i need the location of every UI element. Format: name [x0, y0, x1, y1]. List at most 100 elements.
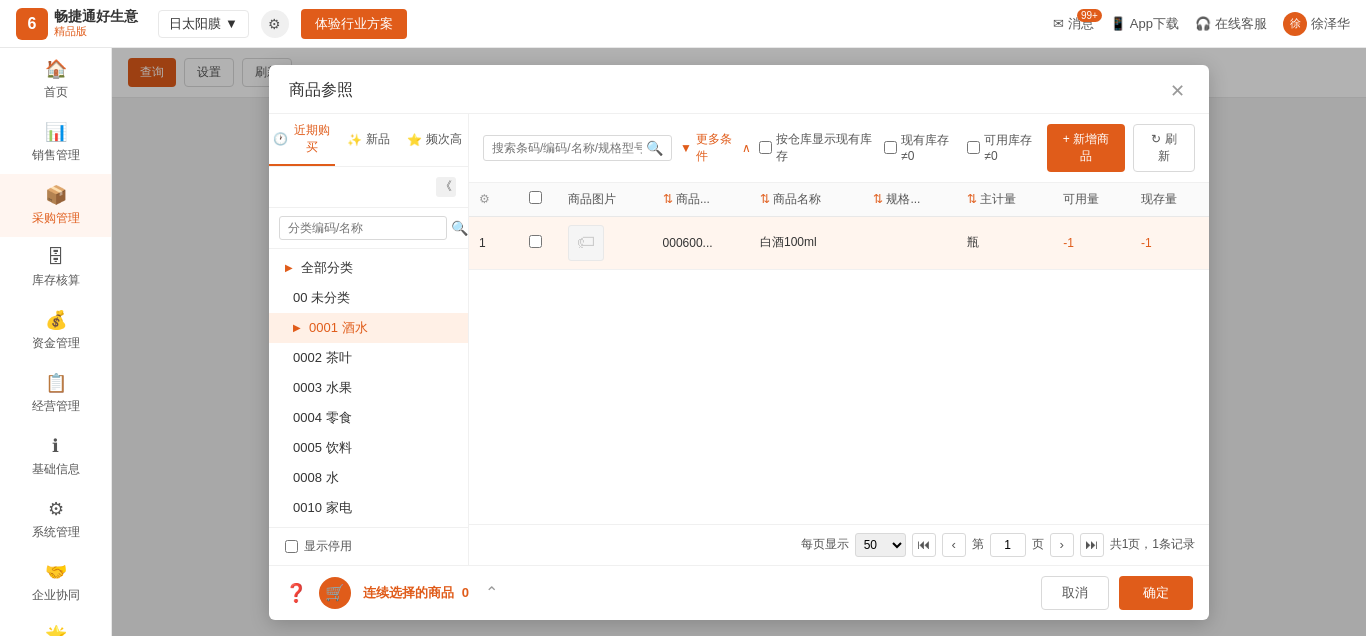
top-header: 6 畅捷通好生意 精品版 日太阳膜 ▼ ⚙ 体验行业方案 ✉ 消息 99+ 📱 …	[0, 0, 1366, 48]
category-search-input[interactable]	[279, 216, 447, 240]
category-0010[interactable]: 0010 家电	[269, 493, 468, 523]
col-code: ⇅ 商品...	[653, 183, 750, 217]
modal-close-btn[interactable]: ✕	[1165, 79, 1189, 103]
search-category: 🔍	[269, 208, 468, 249]
content-area: 查询 设置 刷新 商品参照 ✕ 🕐	[112, 48, 1366, 636]
category-0008[interactable]: 0008 水	[269, 463, 468, 493]
category-0005[interactable]: 0005 饮料	[269, 433, 468, 463]
inventory-icon: 🗄	[47, 247, 65, 268]
confirm-btn[interactable]: 确定	[1119, 576, 1193, 610]
sort-icon-code[interactable]: ⇅	[663, 192, 673, 206]
category-list: 全部分类 00 未分类 0001 酒水 0002 茶叶	[269, 249, 468, 527]
sort-icon-unit[interactable]: ⇅	[967, 192, 977, 206]
row-checkbox[interactable]	[529, 235, 542, 248]
cart-btn[interactable]: 🛒	[319, 577, 351, 609]
category-0004[interactable]: 0004 零食	[269, 403, 468, 433]
guide-icon: 🌟	[45, 624, 67, 636]
table-row[interactable]: 1 🏷	[469, 216, 1209, 269]
category-0003[interactable]: 0003 水果	[269, 373, 468, 403]
sidebar-item-sales[interactable]: 📊 销售管理	[0, 111, 111, 174]
main-layout: 🏠 首页 📊 销售管理 📦 采购管理 🗄 库存核算 💰 资金管理 📋 经营管理 …	[0, 48, 1366, 636]
select-all-checkbox[interactable]	[529, 191, 542, 204]
filter-btn[interactable]: ▼ 更多条件 ∧	[680, 131, 751, 165]
sidebar-item-operations[interactable]: 📋 经营管理	[0, 362, 111, 425]
sidebar-item-system[interactable]: ⚙ 系统管理	[0, 488, 111, 551]
logo-icon: 6	[16, 8, 48, 40]
header-right: ✉ 消息 99+ 📱 App下载 🎧 在线客服 徐 徐泽华	[1053, 12, 1350, 36]
col-settings[interactable]: ⚙	[469, 183, 512, 217]
sidebar-item-guide[interactable]: 🌟 新手引导	[0, 614, 111, 636]
sidebar: 🏠 首页 📊 销售管理 📦 采购管理 🗄 库存核算 💰 资金管理 📋 经营管理 …	[0, 48, 112, 636]
modal-body: 🕐 近期购买 ✨ 新品 ⭐ 频次高	[269, 114, 1209, 565]
col-image: 商品图片	[558, 183, 653, 217]
category-00[interactable]: 00 未分类	[269, 283, 468, 313]
row-image: 🏷	[558, 216, 653, 269]
logo-sub: 精品版	[54, 24, 138, 39]
col-name: ⇅ 商品名称	[750, 183, 863, 217]
company-selector[interactable]: 日太阳膜 ▼	[158, 10, 249, 38]
message-badge: 99+	[1077, 9, 1102, 22]
next-page-btn[interactable]: ›	[1050, 533, 1074, 557]
sidebar-item-finance[interactable]: 💰 资金管理	[0, 299, 111, 362]
row-available: -1	[1053, 216, 1131, 269]
category-0002[interactable]: 0002 茶叶	[269, 343, 468, 373]
user-item[interactable]: 徐 徐泽华	[1283, 12, 1350, 36]
show-disabled-checkbox[interactable]	[285, 540, 298, 553]
add-product-btn[interactable]: + 新增商品	[1047, 124, 1125, 172]
product-table-wrap: ⚙ 商品图片 ⇅	[469, 183, 1209, 524]
settings-icon[interactable]: ⚙	[261, 10, 289, 38]
app-download[interactable]: 📱 App下载	[1110, 15, 1179, 33]
category-all[interactable]: 全部分类	[269, 253, 468, 283]
tab-recent-purchase[interactable]: 🕐 近期购买	[269, 114, 335, 166]
category-search-icon[interactable]: 🔍	[451, 220, 468, 236]
row-index: 1	[469, 216, 512, 269]
sidebar-item-basic[interactable]: ℹ 基础信息	[0, 425, 111, 488]
modal-overlay: 商品参照 ✕ 🕐 近期购买 ✨ 新	[112, 48, 1366, 636]
category-0001[interactable]: 0001 酒水	[269, 313, 468, 343]
user-avatar: 徐	[1283, 12, 1307, 36]
sort-icon-spec[interactable]: ⇅	[873, 192, 883, 206]
collapse-footer-btn[interactable]: ⌃	[485, 583, 498, 602]
modal-header: 商品参照 ✕	[269, 65, 1209, 114]
sidebar-item-home[interactable]: 🏠 首页	[0, 48, 111, 111]
product-table-body: 1 🏷	[469, 216, 1209, 269]
online-service[interactable]: 🎧 在线客服	[1195, 15, 1267, 33]
selected-count-label: 连续选择的商品 0	[363, 584, 473, 602]
sidebar-item-purchase[interactable]: 📦 采购管理	[0, 174, 111, 237]
purchase-icon: 📦	[45, 184, 67, 206]
collapse-left-btn[interactable]: 《	[436, 177, 456, 197]
last-page-btn[interactable]: ⏭	[1080, 533, 1104, 557]
checkbox-warehouse[interactable]: 按仓库显示现有库存	[759, 131, 873, 165]
page-input[interactable]	[990, 533, 1026, 557]
checkbox-stock-nonzero[interactable]: 现有库存≠0	[884, 132, 955, 163]
total-pages: 共1页，1条记录	[1110, 536, 1195, 553]
row-stock: -1	[1131, 216, 1209, 269]
pagination: 每页显示 50 10 20 100 ⏮ ‹ 第 页	[469, 524, 1209, 565]
search-input-wrap: 🔍	[483, 135, 672, 161]
cancel-btn[interactable]: 取消	[1041, 576, 1109, 610]
tab-new-products[interactable]: ✨ 新品	[335, 114, 401, 166]
help-icon[interactable]: ❓	[285, 582, 307, 604]
checkbox-available-nonzero[interactable]: 可用库存≠0	[967, 132, 1038, 163]
per-page-select[interactable]: 50 10 20 100	[855, 533, 906, 557]
col-stock: 现存量	[1131, 183, 1209, 217]
sidebar-item-inventory[interactable]: 🗄 库存核算	[0, 237, 111, 299]
recent-icon: 🕐	[273, 132, 288, 146]
sidebar-item-collab[interactable]: 🤝 企业协同	[0, 551, 111, 614]
col-spec: ⇅ 规格...	[863, 183, 957, 217]
prev-page-btn[interactable]: ‹	[942, 533, 966, 557]
product-search-input[interactable]	[492, 141, 642, 155]
left-panel-tabs: 🕐 近期购买 ✨ 新品 ⭐ 频次高	[269, 114, 468, 167]
messages-item[interactable]: ✉ 消息 99+	[1053, 15, 1094, 33]
filter-chevron: ∧	[742, 141, 751, 155]
per-page-label: 每页显示	[801, 536, 849, 553]
try-btn[interactable]: 体验行业方案	[301, 9, 407, 39]
tab-high-freq[interactable]: ⭐ 频次高	[402, 114, 468, 166]
refresh-btn[interactable]: ↻ 刷新	[1133, 124, 1195, 172]
first-page-btn[interactable]: ⏮	[912, 533, 936, 557]
selected-number: 0	[462, 585, 469, 600]
phone-icon: 📱	[1110, 16, 1126, 31]
sort-icon-name[interactable]: ⇅	[760, 192, 770, 206]
freq-icon: ⭐	[407, 133, 422, 147]
product-search-icon[interactable]: 🔍	[646, 140, 663, 156]
